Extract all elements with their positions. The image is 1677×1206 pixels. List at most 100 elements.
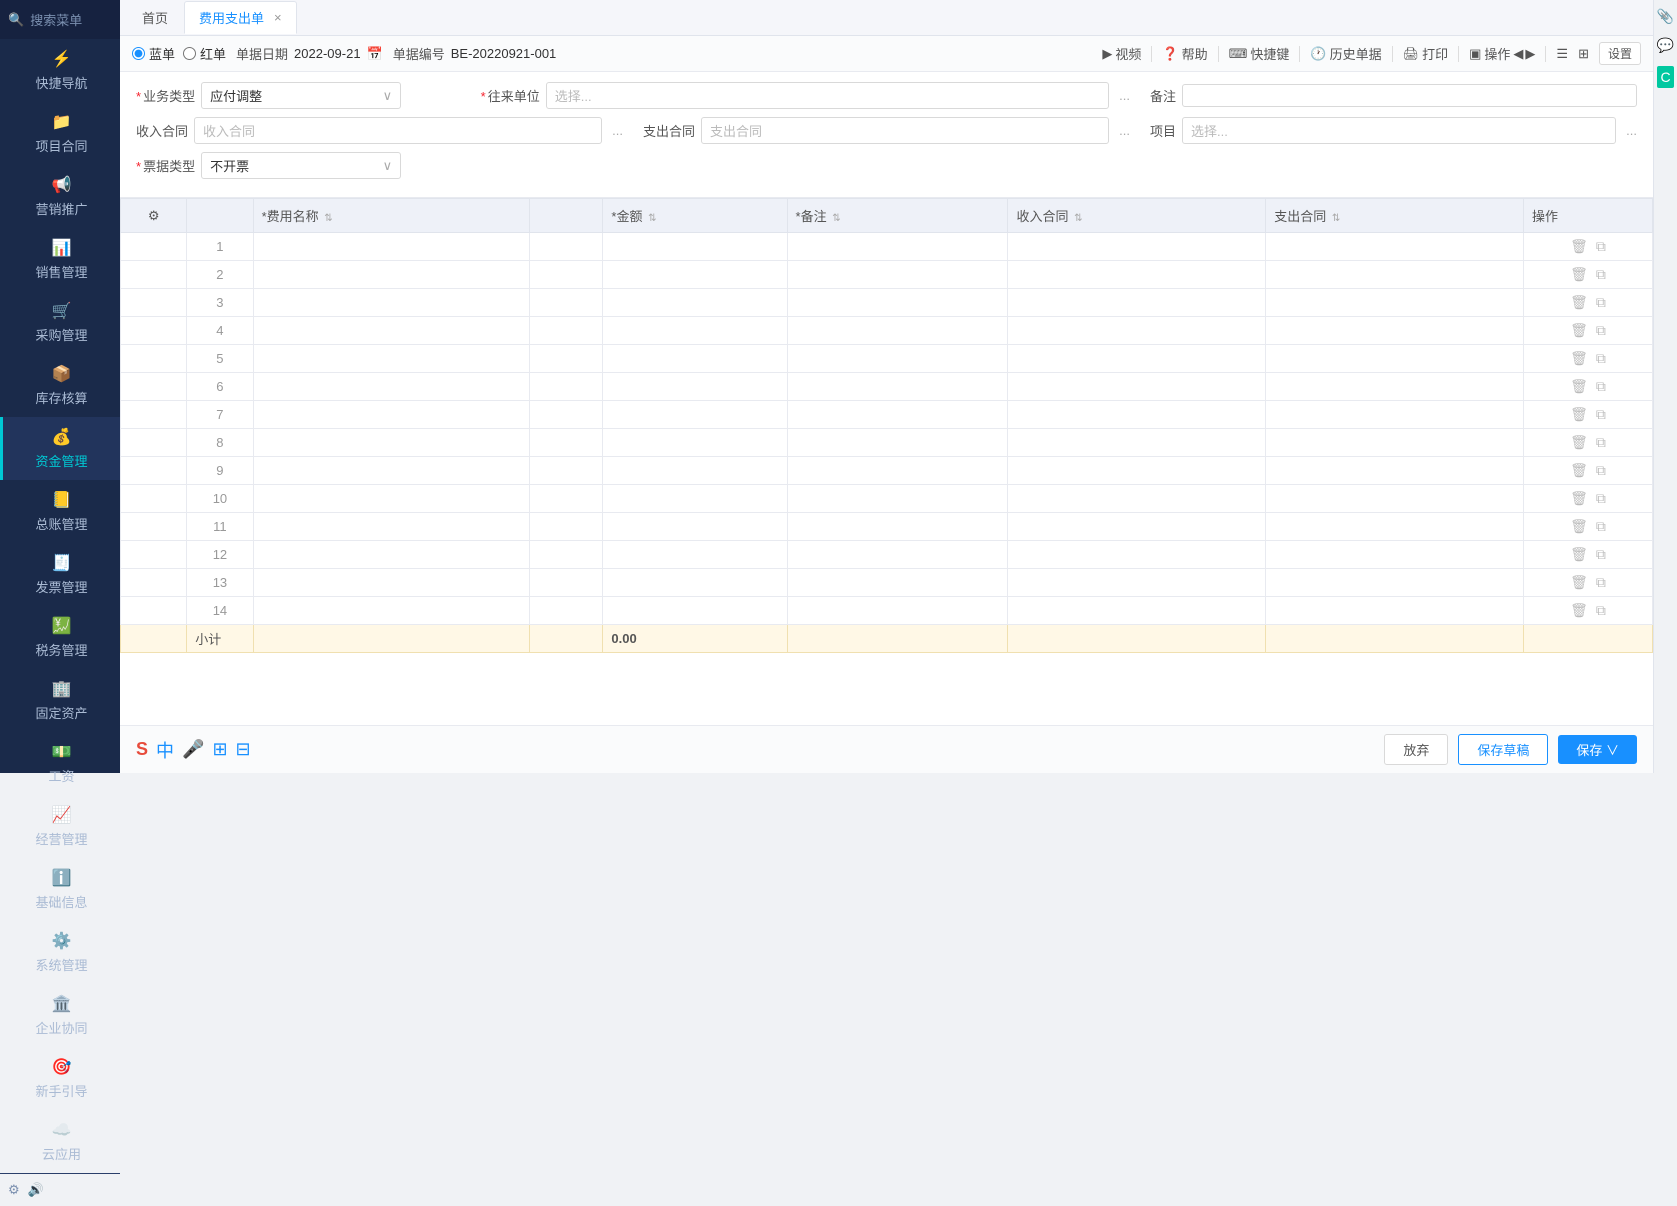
row-expense-name-7[interactable] [253,401,529,429]
sidebar-item-newbie[interactable]: 🎯新手引导 [0,1047,120,1110]
radio-red[interactable]: 红单 [183,44,226,63]
row-expense-name-9[interactable] [253,457,529,485]
th-expense-contract[interactable]: 支出合同 ⇅ [1266,199,1524,233]
delete-icon-2[interactable]: 🗑 [1570,266,1588,283]
abandon-button[interactable]: 放弃 [1384,734,1448,765]
row-expense-c-11[interactable] [1266,513,1524,541]
history-action[interactable]: 🕐 历史单据 [1310,44,1381,63]
row-amount-10[interactable] [603,485,787,513]
sidebar-item-salary[interactable]: 💵工资 [0,732,120,795]
row-expense-c-12[interactable] [1266,541,1524,569]
row-expense-c-1[interactable] [1266,233,1524,261]
list-view-icon[interactable]: ☰ [1556,46,1568,62]
row-income-1[interactable] [1008,233,1266,261]
copy-icon-1[interactable]: ⧉ [1596,238,1606,255]
delete-icon-10[interactable]: 🗑 [1570,490,1588,507]
copy-icon-4[interactable]: ⧉ [1596,322,1606,339]
row-amount-13[interactable] [603,569,787,597]
row-note-7[interactable] [787,401,1008,429]
sidebar-item-inventory[interactable]: 📦库存核算 [0,354,120,417]
row-expense-name-11[interactable] [253,513,529,541]
row-note-14[interactable] [787,597,1008,625]
radio-red-input[interactable] [183,47,196,60]
radio-blue-input[interactable] [132,47,145,60]
copy-icon-6[interactable]: ⧉ [1596,378,1606,395]
row-amount-1[interactable] [603,233,787,261]
th-amount[interactable]: *金额 ⇅ [603,199,787,233]
row-income-4[interactable] [1008,317,1266,345]
row-expense-name-2[interactable] [253,261,529,289]
table-icon[interactable]: ⊞ [212,739,227,760]
row-note-1[interactable] [787,233,1008,261]
row-income-5[interactable] [1008,345,1266,373]
delete-icon-14[interactable]: 🗑 [1570,602,1588,619]
sidebar-item-operations[interactable]: 📈经营管理 [0,795,120,858]
grid-view-icon[interactable]: ⊞ [1578,46,1589,62]
row-income-6[interactable] [1008,373,1266,401]
row-expense-c-3[interactable] [1266,289,1524,317]
delete-icon-13[interactable]: 🗑 [1570,574,1588,591]
delete-icon-12[interactable]: 🗑 [1570,546,1588,563]
copy-icon-10[interactable]: ⧉ [1596,490,1606,507]
delete-icon-6[interactable]: 🗑 [1570,378,1588,395]
partner-select[interactable]: 选择... [546,82,1109,109]
row-income-10[interactable] [1008,485,1266,513]
row-income-14[interactable] [1008,597,1266,625]
sidebar-item-accounting[interactable]: 📒总账管理 [0,480,120,543]
th-expense-name[interactable]: *费用名称 ⇅ [253,199,529,233]
row-note-11[interactable] [787,513,1008,541]
volume-icon[interactable]: 🔊 [28,1182,44,1198]
row-income-8[interactable] [1008,429,1266,457]
row-note-6[interactable] [787,373,1008,401]
row-note-4[interactable] [787,317,1008,345]
sidebar-item-invoice[interactable]: 🧾发票管理 [0,543,120,606]
shortcut-action[interactable]: ⌨ 快捷键 [1229,44,1290,63]
sidebar-item-fixed-assets[interactable]: 🏢固定资产 [0,669,120,732]
row-amount-3[interactable] [603,289,787,317]
business-type-select[interactable]: 应付调整 ∨ [201,82,401,109]
income-contract-select[interactable]: 收入合同 [194,117,602,144]
row-amount-5[interactable] [603,345,787,373]
row-note-12[interactable] [787,541,1008,569]
setting-button[interactable]: 设置 [1599,42,1641,65]
row-amount-2[interactable] [603,261,787,289]
row-income-11[interactable] [1008,513,1266,541]
row-expense-c-14[interactable] [1266,597,1524,625]
row-expense-name-6[interactable] [253,373,529,401]
sidebar-item-tax[interactable]: 💹税务管理 [0,606,120,669]
next-icon[interactable]: ▶ [1525,46,1535,62]
sidebar-item-basic-info[interactable]: ℹ️基础信息 [0,858,120,921]
help-action[interactable]: ❓ 帮助 [1162,44,1207,63]
row-amount-7[interactable] [603,401,787,429]
copy-icon-14[interactable]: ⧉ [1596,602,1606,619]
tab-expense[interactable]: 费用支出单 × [184,1,297,34]
row-expense-c-8[interactable] [1266,429,1524,457]
row-note-9[interactable] [787,457,1008,485]
row-expense-c-5[interactable] [1266,345,1524,373]
date-value[interactable]: 2022-09-21 [294,46,361,61]
save-button[interactable]: 保存 ∨ [1558,735,1637,764]
copy-icon-8[interactable]: ⧉ [1596,434,1606,451]
row-amount-12[interactable] [603,541,787,569]
delete-icon-9[interactable]: 🗑 [1570,462,1588,479]
row-expense-name-10[interactable] [253,485,529,513]
row-income-3[interactable] [1008,289,1266,317]
row-amount-6[interactable] [603,373,787,401]
copy-icon-12[interactable]: ⧉ [1596,546,1606,563]
row-income-12[interactable] [1008,541,1266,569]
row-expense-name-3[interactable] [253,289,529,317]
delete-icon-3[interactable]: 🗑 [1570,294,1588,311]
row-note-13[interactable] [787,569,1008,597]
row-amount-4[interactable] [603,317,787,345]
zhong-icon[interactable]: 中 [156,737,174,763]
th-note[interactable]: *备注 ⇅ [787,199,1008,233]
sidebar-search[interactable]: 🔍 搜索菜单 [0,0,120,39]
comment-icon[interactable]: 💬 [1657,37,1674,54]
tab-close-icon[interactable]: × [274,10,282,25]
delete-icon-4[interactable]: 🗑 [1570,322,1588,339]
sidebar-item-sales[interactable]: 📊销售管理 [0,228,120,291]
row-expense-c-4[interactable] [1266,317,1524,345]
delete-icon-5[interactable]: 🗑 [1570,350,1588,367]
settings-icon[interactable]: ⚙ [8,1182,20,1198]
row-note-10[interactable] [787,485,1008,513]
